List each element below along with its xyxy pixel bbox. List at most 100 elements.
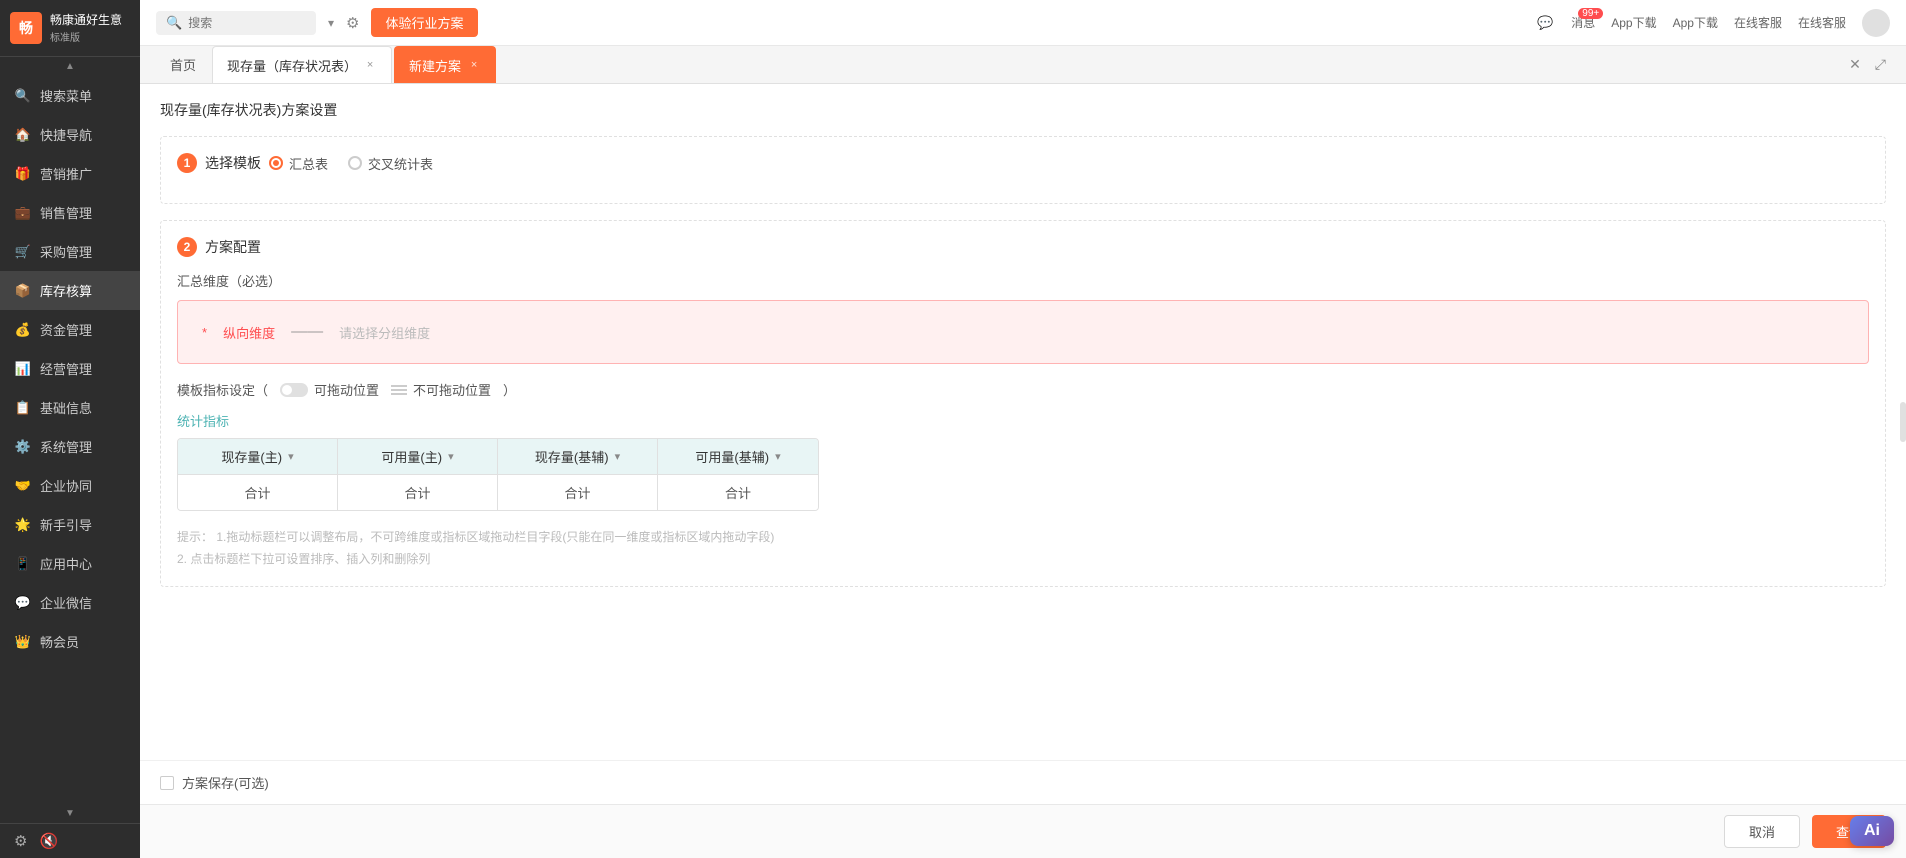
sidebar-item-system[interactable]: ⚙️ 系统管理 [0,427,140,466]
tab-new-close-icon[interactable]: × [467,58,481,72]
sidebar-item-wechat[interactable]: 💬 企业微信 [0,583,140,622]
stats-data-row: 合计 合计 合计 合计 [178,474,818,510]
section1-number: 1 [177,153,197,173]
app-download-link[interactable]: App下载 [1611,14,1656,31]
stats-col-1-label: 可用量(主) [381,447,442,466]
stats-col-3-label: 可用量(基辅) [695,447,769,466]
logo-icon: 畅 [10,12,42,44]
sidebar-item-label: 搜索菜单 [40,86,92,105]
section-template: 1 选择模板 汇总表 交叉统计表 [160,136,1886,204]
home-icon: 🏠 [14,126,32,144]
stats-col-0[interactable]: 现存量(主) ▾ [178,439,338,474]
stats-cell-1: 合计 [338,475,498,510]
clipboard-icon: 📋 [14,399,32,417]
stats-label: 统计指标 [177,411,1869,430]
phone-icon: 📱 [14,555,32,573]
sidebar-item-newbie[interactable]: 🌟 新手引导 [0,505,140,544]
message-count: 99+ [1578,8,1603,19]
tip-2: 2. 点击标题栏下拉可设置排序、插入列和删除列 [177,549,1869,571]
section2-number: 2 [177,237,197,257]
stats-cell-2: 合计 [498,475,658,510]
non-draggable-indicator: 不可拖动位置 [391,380,491,399]
sidebar-item-finance[interactable]: 💰 资金管理 [0,310,140,349]
radio-summary-dot [273,160,279,166]
search-input[interactable] [188,16,306,30]
scroll-down-arrow[interactable]: ▼ [0,804,140,823]
dim-dash: —— [291,323,323,341]
ai-badge[interactable]: Ai [1850,816,1894,846]
mute-icon[interactable]: 🔇 [39,832,58,850]
tips-section: 提示： 1.拖动标题栏可以调整布局，不可跨维度或指标区域拖动栏目字段(只能在同一… [177,527,1869,570]
stats-col-3[interactable]: 可用量(基辅) ▾ [658,439,818,474]
footer: 取消 查询 [140,804,1906,858]
dimension-box[interactable]: * 纵向维度 —— 请选择分组维度 [177,300,1869,364]
user-avatar[interactable] [1862,9,1890,37]
sidebar-item-management[interactable]: 📊 经营管理 [0,349,140,388]
stats-col-1[interactable]: 可用量(主) ▾ [338,439,498,474]
drag-toggle[interactable] [280,383,308,397]
industry-btn[interactable]: 体验行业方案 [371,8,477,37]
online-service-text[interactable]: 在线客服 [1798,14,1846,31]
sidebar-bottom: ⚙ 🔇 [0,823,140,858]
required-mark: * [202,325,207,340]
sidebar-item-search[interactable]: 🔍 搜索菜单 [0,76,140,115]
sidebar-item-basic[interactable]: 📋 基础信息 [0,388,140,427]
sidebar-item-marketing[interactable]: 🎁 营销推广 [0,154,140,193]
search-chevron-icon[interactable]: ▾ [328,16,334,30]
message-badge[interactable]: 💬 99+ 消息 [1537,14,1595,31]
sidebar-item-cooperation[interactable]: 🤝 企业协同 [0,466,140,505]
scroll-up-arrow[interactable]: ▲ [0,57,140,76]
stats-table: 现存量(主) ▾ 可用量(主) ▾ 现存量(基辅) ▾ 可用量(基辅) [177,438,819,511]
dimension-label: 汇总维度（必选） [177,271,1869,290]
section2-header: 2 方案配置 [177,237,1869,257]
tab-home-label: 首页 [170,55,196,74]
sidebar-item-purchase[interactable]: 🛒 采购管理 [0,232,140,271]
sidebar-item-label: 营销推广 [40,164,92,183]
cancel-button[interactable]: 取消 [1724,815,1800,848]
save-checkbox[interactable] [160,776,174,790]
online-service-link[interactable]: 在线客服 [1734,14,1782,31]
sidebar-logo: 畅 畅康通好生意 标准版 [0,0,140,57]
tab-new-label: 新建方案 [409,56,461,75]
box-icon: 📦 [14,282,32,300]
topbar-gear-icon[interactable]: ⚙ [346,14,359,32]
sidebar-item-label: 经营管理 [40,359,92,378]
stats-col-1-chevron: ▾ [448,450,454,463]
sidebar-item-label: 应用中心 [40,554,92,573]
settings-icon[interactable]: ⚙ [14,832,27,850]
draggable-indicator: 可拖动位置 [280,380,379,399]
search-bar[interactable]: 🔍 [156,11,316,35]
handshake-icon: 🤝 [14,477,32,495]
panel-expand-icon[interactable]: ⤢ [1871,54,1890,75]
tab-home[interactable]: 首页 [156,46,210,83]
radio-crosstab[interactable]: 交叉统计表 [348,154,433,173]
gift-icon: 🎁 [14,165,32,183]
panel-close-icon[interactable]: ✕ [1845,54,1865,75]
stats-col-3-chevron: ▾ [775,450,781,463]
sidebar-item-label: 企业协同 [40,476,92,495]
radio-summary[interactable]: 汇总表 [269,154,328,173]
indicator-settings-label: 模板指标设定（ [177,380,268,399]
stats-col-2-chevron: ▾ [615,450,621,463]
tab-inventory[interactable]: 现存量（库存状况表） × [212,46,392,83]
stats-col-2[interactable]: 现存量(基辅) ▾ [498,439,658,474]
non-draggable-label: 不可拖动位置 [413,380,491,399]
section2-title: 方案配置 [205,237,261,257]
chart-icon: 📊 [14,360,32,378]
app-name: 畅康通好生意 [50,12,122,29]
cart-icon: 🛒 [14,243,32,261]
sidebar-item-nav[interactable]: 🏠 快捷导航 [0,115,140,154]
section1-title: 选择模板 [205,153,261,173]
sidebar-item-sales[interactable]: 💼 销售管理 [0,193,140,232]
app-download-text[interactable]: App下载 [1673,14,1718,31]
tab-new[interactable]: 新建方案 × [394,46,496,83]
template-radio-group: 汇总表 交叉统计表 [269,154,433,173]
resize-handle[interactable] [1900,402,1906,442]
tab-inventory-label: 现存量（库存状况表） [227,56,357,75]
tab-inventory-close-icon[interactable]: × [363,58,377,72]
sidebar-item-apps[interactable]: 📱 应用中心 [0,544,140,583]
sidebar-item-label: 资金管理 [40,320,92,339]
sidebar-item-member[interactable]: 👑 畅会员 [0,622,140,661]
chat-icon: 💬 [14,594,32,612]
sidebar-item-inventory[interactable]: 📦 库存核算 [0,271,140,310]
